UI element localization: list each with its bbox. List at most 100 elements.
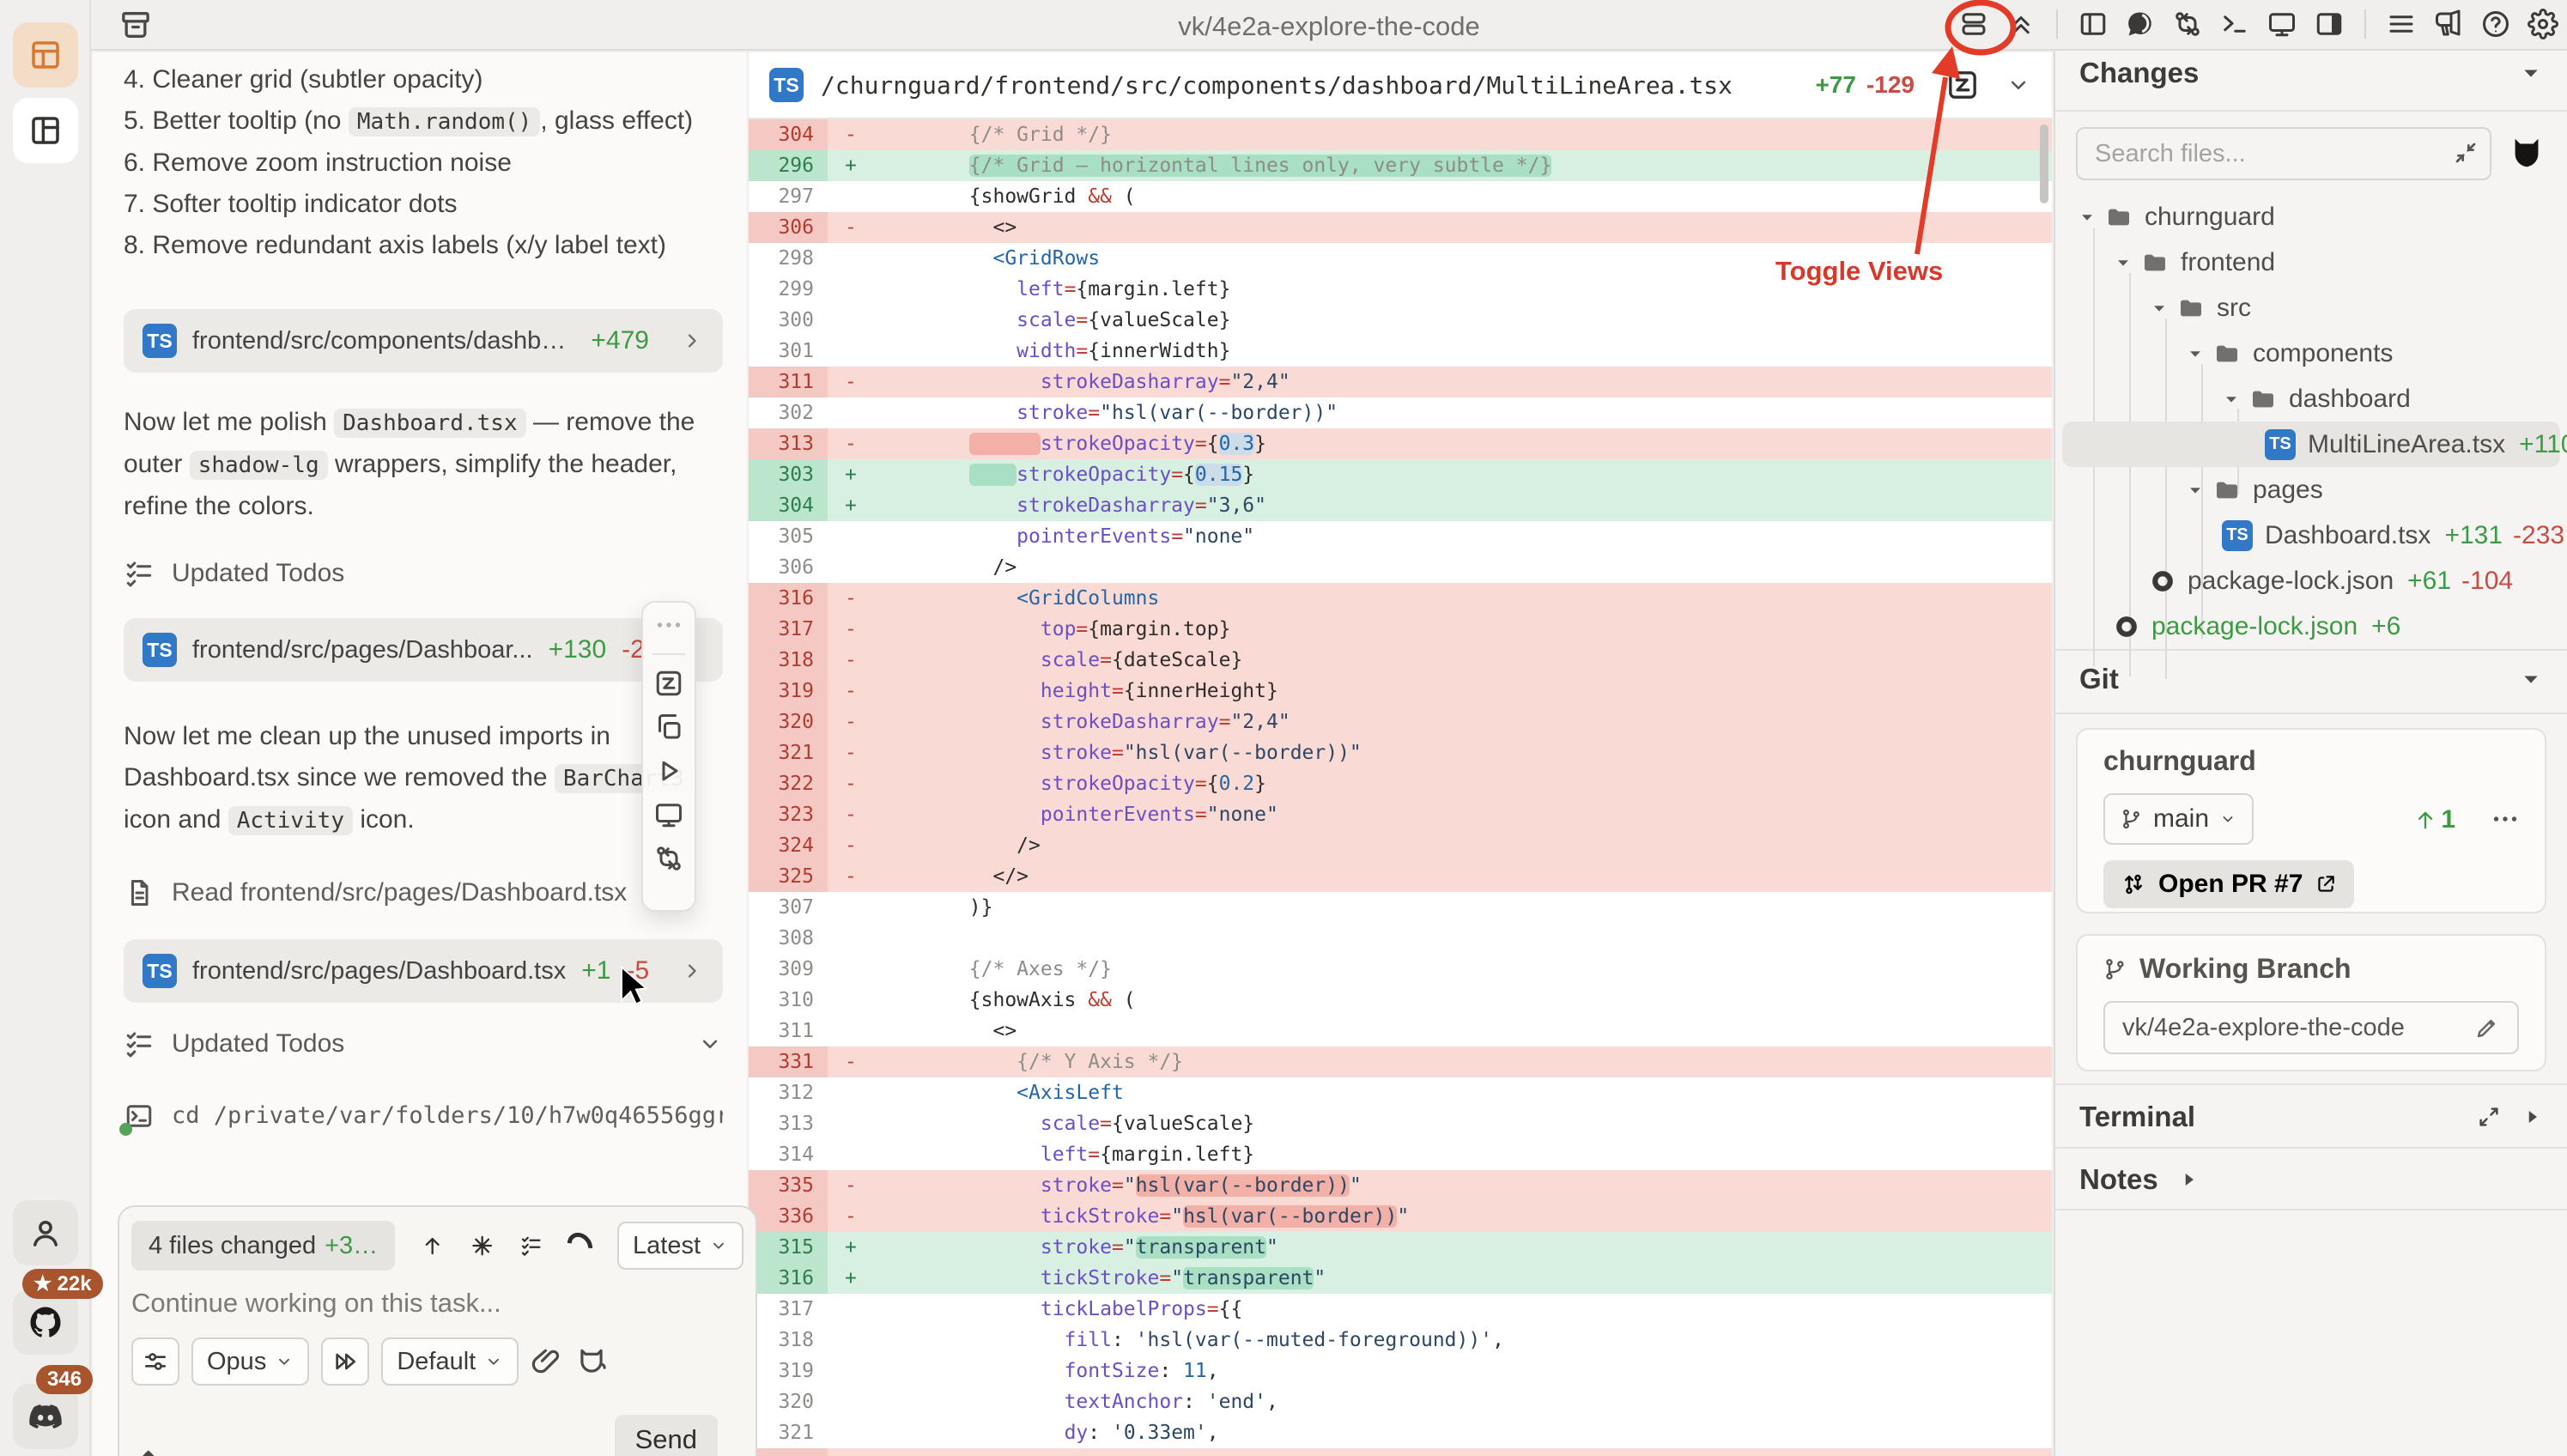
tree-caret-icon[interactable] [2186,344,2205,363]
open-in-editor-icon[interactable] [1945,68,1980,102]
panel-left-icon[interactable] [2078,9,2109,39]
diff-sign [828,1139,874,1170]
repo-name: churnguard [2103,745,2256,777]
working-branch-card: Working Branch [2076,934,2546,1071]
diff-row: 301 width={innerWidth} [749,336,2052,367]
attach-icon[interactable] [531,1345,563,1378]
diff-line-number: 324 [749,830,828,861]
scroll-up-icon[interactable] [421,1230,444,1261]
send-button[interactable]: Send [615,1415,718,1456]
working-branch-input[interactable] [2122,1014,2474,1042]
diff-row: 305 pointerEvents="none" [749,521,2052,552]
open-pr-button[interactable]: Open PR #7 [2103,860,2354,908]
tree-item-dashboard-tsx[interactable]: TSDashboard.tsx+131-233 [2055,513,2567,558]
latest-dropdown[interactable]: Latest [617,1222,743,1270]
tree-caret-icon[interactable] [2222,390,2241,409]
tree-item-dashboard[interactable]: dashboard [2055,376,2567,422]
tree-item-package-lock-json[interactable]: package-lock.json+6 [2055,604,2567,649]
diff-row: 325 - </> [749,861,2052,892]
cat-icon[interactable] [2507,134,2546,173]
diff-sign [828,336,874,367]
todos-status-icon[interactable] [519,1230,543,1261]
git-compare-icon[interactable] [653,843,684,874]
kanban-icon [27,112,64,149]
terminal-command-row[interactable]: cd /private/var/folders/10/h7w0q46556ggr… [124,1095,723,1137]
spark-icon[interactable] [470,1230,494,1261]
settings-sliders-button[interactable] [131,1338,179,1386]
monitor-icon[interactable] [2267,9,2297,39]
collapse-up-icon[interactable] [2006,9,2036,39]
diff-row: 306 - <> [749,212,2052,243]
cat-icon[interactable] [575,1345,608,1378]
git-section-header[interactable]: Git [2055,654,2567,704]
tree-item-package-lock-json[interactable]: package-lock.json+61-104 [2055,558,2567,604]
tree-item-src[interactable]: src [2055,285,2567,331]
tree-caret-icon[interactable] [2114,253,2133,272]
menu-icon[interactable] [2386,9,2417,39]
tree-item-churnguard[interactable]: churnguard [2055,194,2567,240]
board-view-button[interactable] [13,98,78,163]
todos-row[interactable]: Updated Todos [124,553,723,594]
diff-row: 300 scale={valueScale} [749,305,2052,336]
diff-line-number: 316 [749,1263,828,1294]
diff-row: 302 stroke="hsl(var(--border))" [749,397,2052,428]
expand-icon[interactable] [2476,1104,2502,1130]
collapse-tree-icon[interactable] [2452,139,2479,167]
settings-icon[interactable] [2528,9,2558,39]
chat-input[interactable] [131,1288,719,1331]
tree-caret-icon[interactable] [2078,208,2097,227]
read-file-row[interactable]: Read frontend/src/pages/Dashboard.tsx [124,872,723,913]
panel-right-icon[interactable] [2314,9,2345,39]
tree-caret-icon[interactable] [2186,481,2205,500]
chat-bubble-icon[interactable] [2125,9,2156,39]
branch-dropdown[interactable]: main [2103,793,2254,845]
diff-line-number: 297 [749,181,828,212]
toggle-views-icon[interactable] [1958,9,1989,39]
workspace-active-button[interactable] [13,22,78,88]
fast-forward-button[interactable] [321,1338,369,1386]
megaphone-icon[interactable] [2433,9,2464,39]
help-icon[interactable] [2480,9,2511,39]
tree-item-components[interactable]: components [2055,331,2567,376]
checklist-icon [124,1028,155,1059]
dots-icon[interactable] [653,610,684,640]
changes-section-header[interactable]: Changes [2055,48,2567,98]
folder-icon [2177,294,2205,322]
terminal-icon[interactable] [2219,9,2250,39]
copy-icon[interactable] [653,712,684,743]
file-change-chip[interactable]: TS frontend/src/components/dashboa... +4… [124,309,723,373]
search-input[interactable] [2076,127,2491,180]
tree-item-pages[interactable]: pages [2055,467,2567,513]
tree-caret-icon[interactable] [2150,299,2169,318]
terminal-section-row[interactable]: Terminal [2055,1089,2567,1145]
diff-row: 317 - top={margin.top} [749,614,2052,645]
chevron-down-icon[interactable] [697,1031,723,1057]
github-button[interactable] [13,1289,78,1355]
diff-row: 324 - /> [749,830,2052,861]
diff-line-number: 323 [749,799,828,830]
json-file-icon [2150,568,2176,594]
diff-line-number: 301 [749,336,828,367]
diff-scrollbar-thumb[interactable] [2040,124,2048,203]
repo-menu-icon[interactable] [2490,804,2521,834]
files-changed-chip[interactable]: 4 files changed+3… [131,1221,395,1271]
top-bar: vk/4e2a-explore-the-code [91,0,2567,51]
monitor-icon[interactable] [653,799,684,830]
file-change-chip[interactable]: TS frontend/src/pages/Dashboard.tsx +1-5 [124,939,723,1003]
todos-row[interactable]: Updated Todos [124,1023,723,1065]
account-button[interactable] [13,1200,78,1265]
pen-icon[interactable] [126,1442,161,1456]
tree-item-multilinearea-tsx[interactable]: TSMultiLineArea.tsx+110-162 [2062,422,2560,467]
model-dropdown[interactable]: Opus [191,1338,309,1386]
play-icon[interactable] [653,755,684,786]
notes-section-row[interactable]: Notes [2055,1152,2567,1207]
edit-pencil-icon[interactable] [2474,1015,2500,1040]
file-change-chip[interactable]: TS frontend/src/pages/Dashboar... +130-2 [124,618,723,682]
diff-row: 311 <> [749,1016,2052,1046]
tree-item-frontend[interactable]: frontend [2055,240,2567,285]
diff-row: 303 + strokeOpacity={0.15} [749,459,2052,490]
mode-dropdown[interactable]: Default [381,1338,519,1386]
git-compare-icon[interactable] [2172,9,2203,39]
zed-icon[interactable] [653,668,684,699]
collapse-diff-icon[interactable] [2006,72,2031,98]
